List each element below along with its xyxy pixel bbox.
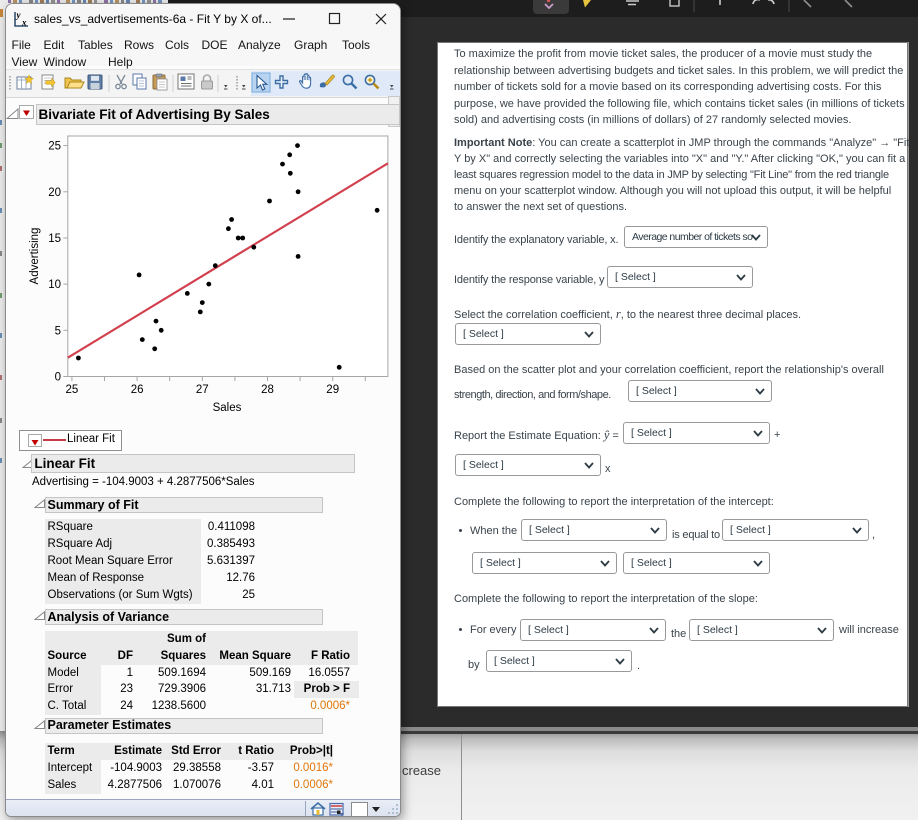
svg-text:5: 5 (55, 325, 61, 337)
svg-text:26: 26 (131, 384, 144, 396)
svg-text:x: x (21, 18, 27, 28)
svg-text:28: 28 (261, 384, 274, 396)
svg-text:y: y (16, 10, 22, 20)
svg-text:15: 15 (48, 233, 61, 245)
svg-text:25: 25 (66, 384, 79, 396)
svg-text:Advertising: Advertising (29, 228, 41, 285)
svg-text:29: 29 (326, 384, 339, 396)
svg-text:25: 25 (48, 141, 61, 153)
svg-text:Sales: Sales (213, 402, 242, 414)
svg-text:20: 20 (48, 187, 61, 199)
svg-text:10: 10 (48, 279, 61, 291)
svg-text:0: 0 (55, 372, 61, 384)
svg-text:27: 27 (196, 384, 209, 396)
